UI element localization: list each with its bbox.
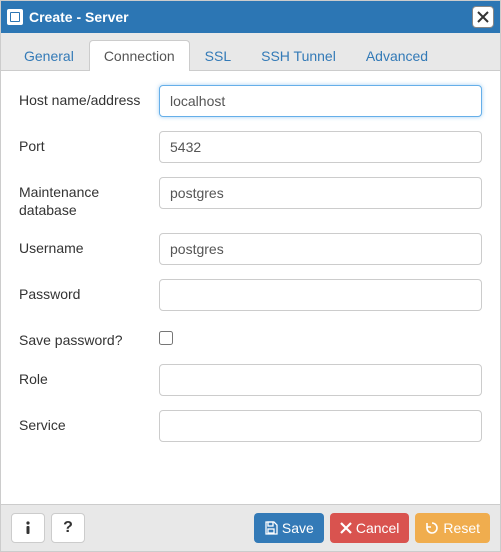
info-button[interactable] [11, 513, 45, 543]
username-input[interactable] [159, 233, 482, 265]
create-server-dialog: Create - Server General Connection SSL S… [0, 0, 501, 552]
role-input[interactable] [159, 364, 482, 396]
save-button-label: Save [282, 520, 314, 536]
save-password-label: Save password? [19, 325, 159, 349]
tabs: General Connection SSL SSH Tunnel Advanc… [1, 33, 500, 71]
cancel-icon [340, 522, 352, 534]
tab-connection[interactable]: Connection [89, 40, 190, 71]
service-input[interactable] [159, 410, 482, 442]
help-button[interactable]: ? [51, 513, 85, 543]
cancel-button[interactable]: Cancel [330, 513, 410, 543]
port-label: Port [19, 131, 159, 155]
reset-button[interactable]: Reset [415, 513, 490, 543]
dialog-footer: ? Save Cancel Reset [1, 504, 500, 551]
maintenance-db-label: Maintenance database [19, 177, 159, 219]
server-icon [7, 9, 23, 25]
password-label: Password [19, 279, 159, 303]
save-password-checkbox[interactable] [159, 331, 173, 345]
cancel-button-label: Cancel [356, 520, 400, 536]
reset-icon [425, 521, 439, 535]
tab-ssl[interactable]: SSL [190, 40, 246, 71]
info-icon [22, 521, 34, 535]
reset-button-label: Reset [443, 520, 480, 536]
help-icon: ? [63, 519, 73, 537]
host-label: Host name/address [19, 85, 159, 109]
close-icon [477, 11, 489, 23]
password-input[interactable] [159, 279, 482, 311]
tab-advanced[interactable]: Advanced [351, 40, 443, 71]
tab-general[interactable]: General [9, 40, 89, 71]
save-icon [264, 521, 278, 535]
save-button[interactable]: Save [254, 513, 324, 543]
host-input[interactable] [159, 85, 482, 117]
tab-ssh-tunnel[interactable]: SSH Tunnel [246, 40, 351, 71]
port-input[interactable] [159, 131, 482, 163]
maintenance-db-input[interactable] [159, 177, 482, 209]
role-label: Role [19, 364, 159, 388]
dialog-title: Create - Server [29, 9, 472, 25]
username-label: Username [19, 233, 159, 257]
connection-form: Host name/address Port Maintenance datab… [1, 71, 500, 504]
close-button[interactable] [472, 6, 494, 28]
dialog-titlebar: Create - Server [1, 1, 500, 33]
service-label: Service [19, 410, 159, 434]
